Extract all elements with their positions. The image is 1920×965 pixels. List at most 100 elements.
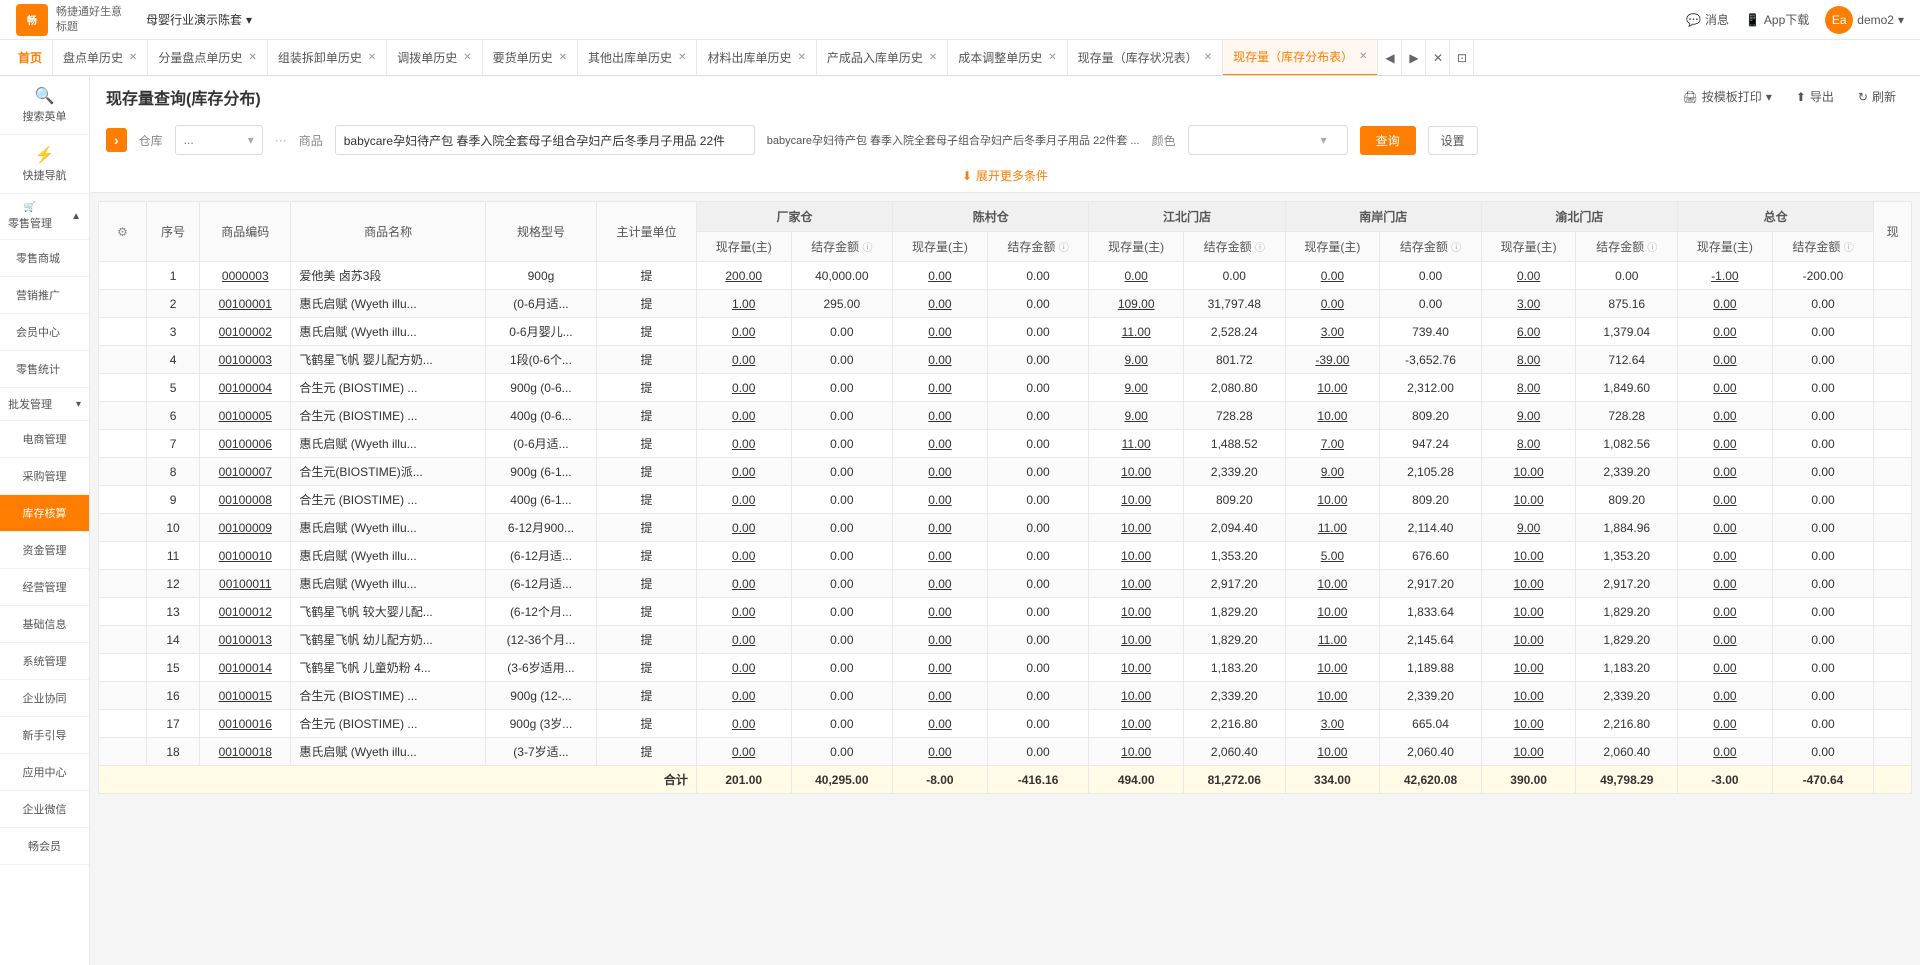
warehouse-field[interactable]	[184, 133, 244, 147]
sidebar-item-finance[interactable]: 资金管理	[0, 532, 89, 569]
tab-close-icon[interactable]: ✕	[1359, 51, 1367, 62]
row-settings	[99, 346, 147, 374]
info-icon[interactable]: ⓘ	[1255, 243, 1265, 254]
code-link[interactable]: 00100016	[219, 717, 272, 731]
refresh-btn[interactable]: ↻ 刷新	[1850, 84, 1904, 109]
code-link[interactable]: 00100012	[219, 605, 272, 619]
color-field[interactable]	[1197, 133, 1317, 147]
tab-close-icon[interactable]: ✕	[929, 52, 937, 63]
tab-close-icon[interactable]: ✕	[1048, 52, 1056, 63]
warehouse-input[interactable]: ▾	[175, 125, 263, 155]
info-icon[interactable]: ⓘ	[1647, 243, 1657, 254]
code-link[interactable]: 00100001	[219, 297, 272, 311]
sidebar-item-purchase[interactable]: 采购管理	[0, 458, 89, 495]
code-link[interactable]: 00100005	[219, 409, 272, 423]
code-link[interactable]: 00100008	[219, 493, 272, 507]
settings-btn[interactable]: 设置	[1428, 126, 1478, 155]
goods-field[interactable]	[344, 133, 724, 147]
tab-cost-adj[interactable]: 成本调整单历史 ✕	[948, 40, 1067, 76]
code-link[interactable]: 00100013	[219, 633, 272, 647]
sidebar-item-retail-store[interactable]: 零售商城	[0, 240, 89, 277]
tab-stock-status[interactable]: 现存量（库存状况表） ✕	[1068, 40, 1223, 76]
sidebar-item-apps[interactable]: 应用中心	[0, 754, 89, 791]
row-v-stock: 0.00	[893, 654, 988, 682]
query-btn[interactable]: 查询	[1360, 126, 1416, 155]
tab-dspot[interactable]: 盘点单历史 ✕	[53, 40, 148, 76]
row-idx: 5	[146, 374, 199, 402]
sidebar-item-search[interactable]: 🔍 搜索英单	[0, 76, 89, 135]
tab-next-btn[interactable]: ▶	[1402, 40, 1426, 76]
user-menu[interactable]: Ea demo2 ▾	[1825, 6, 1904, 34]
col-settings[interactable]: ⚙	[99, 202, 147, 262]
sidebar-item-stock[interactable]: 库存核算	[0, 495, 89, 532]
info-icon[interactable]: ⓘ	[1059, 243, 1069, 254]
filter-collapse-btn[interactable]: ›	[106, 128, 127, 152]
row-jb-amount: 1,829.20	[1184, 598, 1286, 626]
tab-close-icon[interactable]: ✕	[1204, 52, 1212, 63]
sidebar-item-wholesale[interactable]: 批发管理 ▾	[0, 388, 89, 421]
tab-close-icon[interactable]: ✕	[463, 52, 471, 63]
code-link[interactable]: 0000003	[222, 269, 269, 283]
sidebar-item-fan[interactable]: 畅会员	[0, 828, 89, 865]
row-t-stock: 0.00	[1678, 318, 1773, 346]
company-selector[interactable]: 母婴行业演示陈套 ▾	[146, 11, 252, 28]
tab-order[interactable]: 要货单历史 ✕	[483, 40, 578, 76]
tab-close-icon[interactable]: ✕	[368, 52, 376, 63]
print-btn[interactable]: 🖨 按模板打印 ▾	[1675, 84, 1780, 109]
tab-expand-btn[interactable]: ⊡	[1450, 40, 1474, 76]
sidebar-item-guide[interactable]: 新手引导	[0, 717, 89, 754]
tab-other-out[interactable]: 其他出库单历史 ✕	[578, 40, 697, 76]
sidebar-item-retail-stat[interactable]: 零售统计	[0, 351, 89, 388]
sidebar-item-ecom[interactable]: 电商管理	[0, 421, 89, 458]
sidebar-item-quick[interactable]: ⚡ 快捷导航	[0, 135, 89, 194]
row-jb-stock: 10.00	[1089, 542, 1184, 570]
settings-icon[interactable]: ⚙	[112, 222, 132, 242]
sidebar-item-ops[interactable]: 经营管理	[0, 569, 89, 606]
expand-conditions-btn[interactable]: ⬇ 展开更多条件	[962, 167, 1048, 184]
tab-stock-dist[interactable]: 现存量（库存分布表） ✕	[1223, 40, 1378, 76]
message-btn[interactable]: 💬 消息	[1686, 11, 1729, 28]
info-icon[interactable]: ⓘ	[1844, 243, 1854, 254]
tab-close-icon[interactable]: ✕	[248, 52, 256, 63]
code-link[interactable]: 00100018	[219, 745, 272, 759]
info-icon[interactable]: ⓘ	[1451, 243, 1461, 254]
sidebar-item-retail[interactable]: 🛒 零售管理 ▲	[0, 194, 89, 240]
code-link[interactable]: 00100015	[219, 689, 272, 703]
code-link[interactable]: 00100007	[219, 465, 272, 479]
goods-input[interactable]	[335, 125, 755, 155]
export-btn[interactable]: ⬆ 导出	[1788, 84, 1842, 109]
tab-close-icon[interactable]: ✕	[678, 52, 686, 63]
code-link[interactable]: 00100014	[219, 661, 272, 675]
info-icon[interactable]: ⓘ	[862, 243, 872, 254]
tab-close-all-btn[interactable]: ✕	[1426, 40, 1450, 76]
code-link[interactable]: 00100002	[219, 325, 272, 339]
sidebar-item-marketing[interactable]: 营销推广	[0, 277, 89, 314]
color-input[interactable]: ▾	[1188, 125, 1348, 155]
row-jb-stock: 11.00	[1089, 430, 1184, 458]
tab-close-icon[interactable]: ✕	[129, 52, 137, 63]
tab-prev-btn[interactable]: ◀	[1378, 40, 1402, 76]
tab-close-icon[interactable]: ✕	[559, 52, 567, 63]
tab-close-icon[interactable]: ✕	[797, 52, 805, 63]
code-link[interactable]: 00100004	[219, 381, 272, 395]
tab-transfer[interactable]: 调拨单历史 ✕	[387, 40, 482, 76]
row-t-stock: 0.00	[1678, 710, 1773, 738]
code-link[interactable]: 00100003	[219, 353, 272, 367]
app-download-btn[interactable]: 📱 App下载	[1745, 11, 1809, 28]
sidebar-item-system[interactable]: 系统管理	[0, 643, 89, 680]
sidebar-item-basic[interactable]: 基础信息	[0, 606, 89, 643]
code-link[interactable]: 00100009	[219, 521, 272, 535]
tab-product-in[interactable]: 产成品入库单历史 ✕	[817, 40, 948, 76]
tab-material-out[interactable]: 材料出库单历史 ✕	[697, 40, 816, 76]
row-v-amount: 0.00	[987, 570, 1089, 598]
code-link[interactable]: 00100011	[219, 577, 272, 591]
tab-home[interactable]: 首页	[8, 40, 53, 76]
sidebar-item-corp[interactable]: 企业协同	[0, 680, 89, 717]
table-container[interactable]: ⚙ 序号 商品编码 商品名称 规格型号 主计量单位 厂家仓 陈村仓 江北门店 南…	[90, 193, 1920, 965]
sidebar-item-member[interactable]: 会员中心	[0, 314, 89, 351]
sidebar-item-corp-wx[interactable]: 企业微信	[0, 791, 89, 828]
tab-group[interactable]: 组装拆卸单历史 ✕	[268, 40, 387, 76]
code-link[interactable]: 00100006	[219, 437, 272, 451]
code-link[interactable]: 00100010	[219, 549, 272, 563]
tab-fdspot[interactable]: 分量盘点单历史 ✕	[148, 40, 267, 76]
